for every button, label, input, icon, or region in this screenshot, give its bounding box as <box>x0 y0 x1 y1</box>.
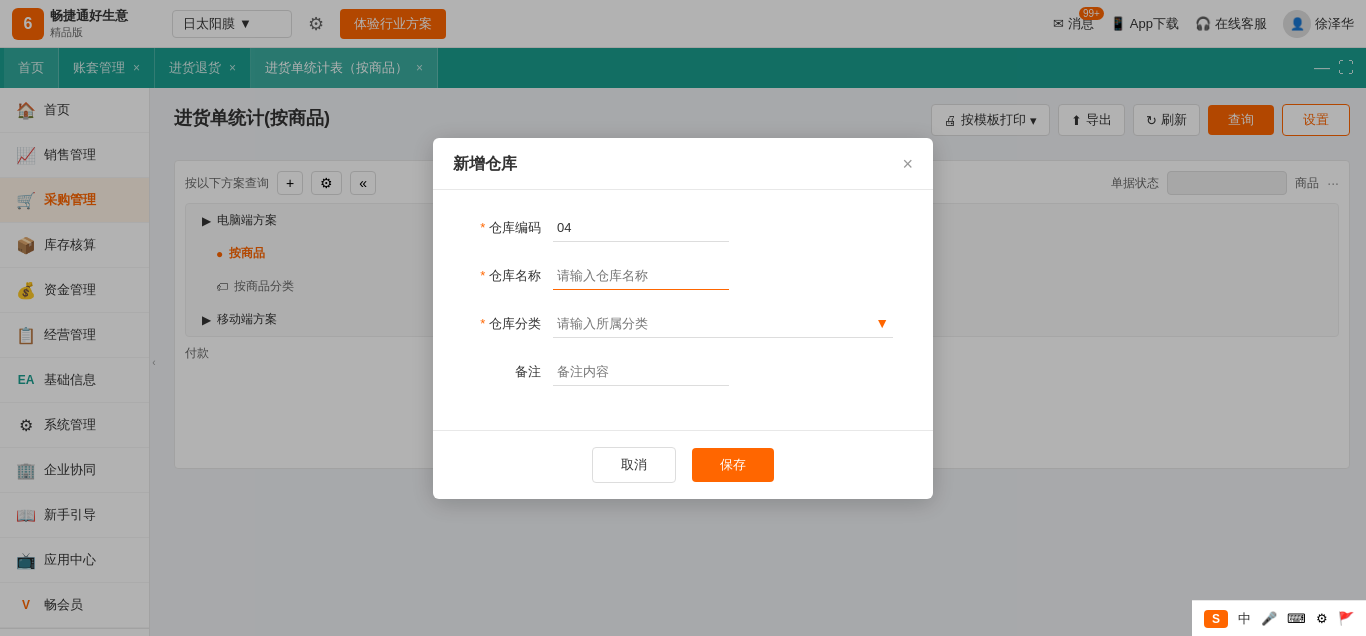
dialog-body: 仓库编码 仓库名称 仓库分类 ▼ <box>433 190 933 430</box>
category-select-wrap[interactable]: ▼ <box>553 310 893 338</box>
warehouse-remark-input[interactable] <box>553 358 729 386</box>
dialog-title: 新增仓库 <box>453 154 517 175</box>
dialog-overlay: 新增仓库 × 仓库编码 仓库名称 仓库分类 <box>0 0 1366 636</box>
chinese-text-icon: 中 <box>1238 610 1251 628</box>
save-button[interactable]: 保存 <box>692 448 774 482</box>
warehouse-name-input[interactable] <box>553 262 729 290</box>
cancel-button[interactable]: 取消 <box>592 447 676 483</box>
remark-label: 备注 <box>473 363 553 381</box>
keyboard-icon[interactable]: ⌨ <box>1287 611 1306 626</box>
brand-s-icon: S <box>1204 610 1228 628</box>
dialog-header: 新增仓库 × <box>433 138 933 190</box>
name-label: 仓库名称 <box>473 267 553 285</box>
bottom-status-bar: S 中 🎤 ⌨ ⚙ 🚩 <box>1192 600 1366 636</box>
form-row-remark: 备注 <box>473 358 893 386</box>
dialog-close-button[interactable]: × <box>902 154 913 175</box>
category-dropdown-icon: ▼ <box>875 315 893 331</box>
category-label: 仓库分类 <box>473 315 553 333</box>
warehouse-code-input[interactable] <box>553 214 729 242</box>
form-row-category: 仓库分类 ▼ <box>473 310 893 338</box>
settings-icon[interactable]: ⚙ <box>1316 611 1328 626</box>
warehouse-category-input[interactable] <box>553 310 875 337</box>
new-warehouse-dialog: 新增仓库 × 仓库编码 仓库名称 仓库分类 <box>433 138 933 499</box>
code-label: 仓库编码 <box>473 219 553 237</box>
dialog-footer: 取消 保存 <box>433 430 933 499</box>
form-row-code: 仓库编码 <box>473 214 893 242</box>
mic-icon[interactable]: 🎤 <box>1261 611 1277 626</box>
form-row-name: 仓库名称 <box>473 262 893 290</box>
flag-icon[interactable]: 🚩 <box>1338 611 1354 626</box>
